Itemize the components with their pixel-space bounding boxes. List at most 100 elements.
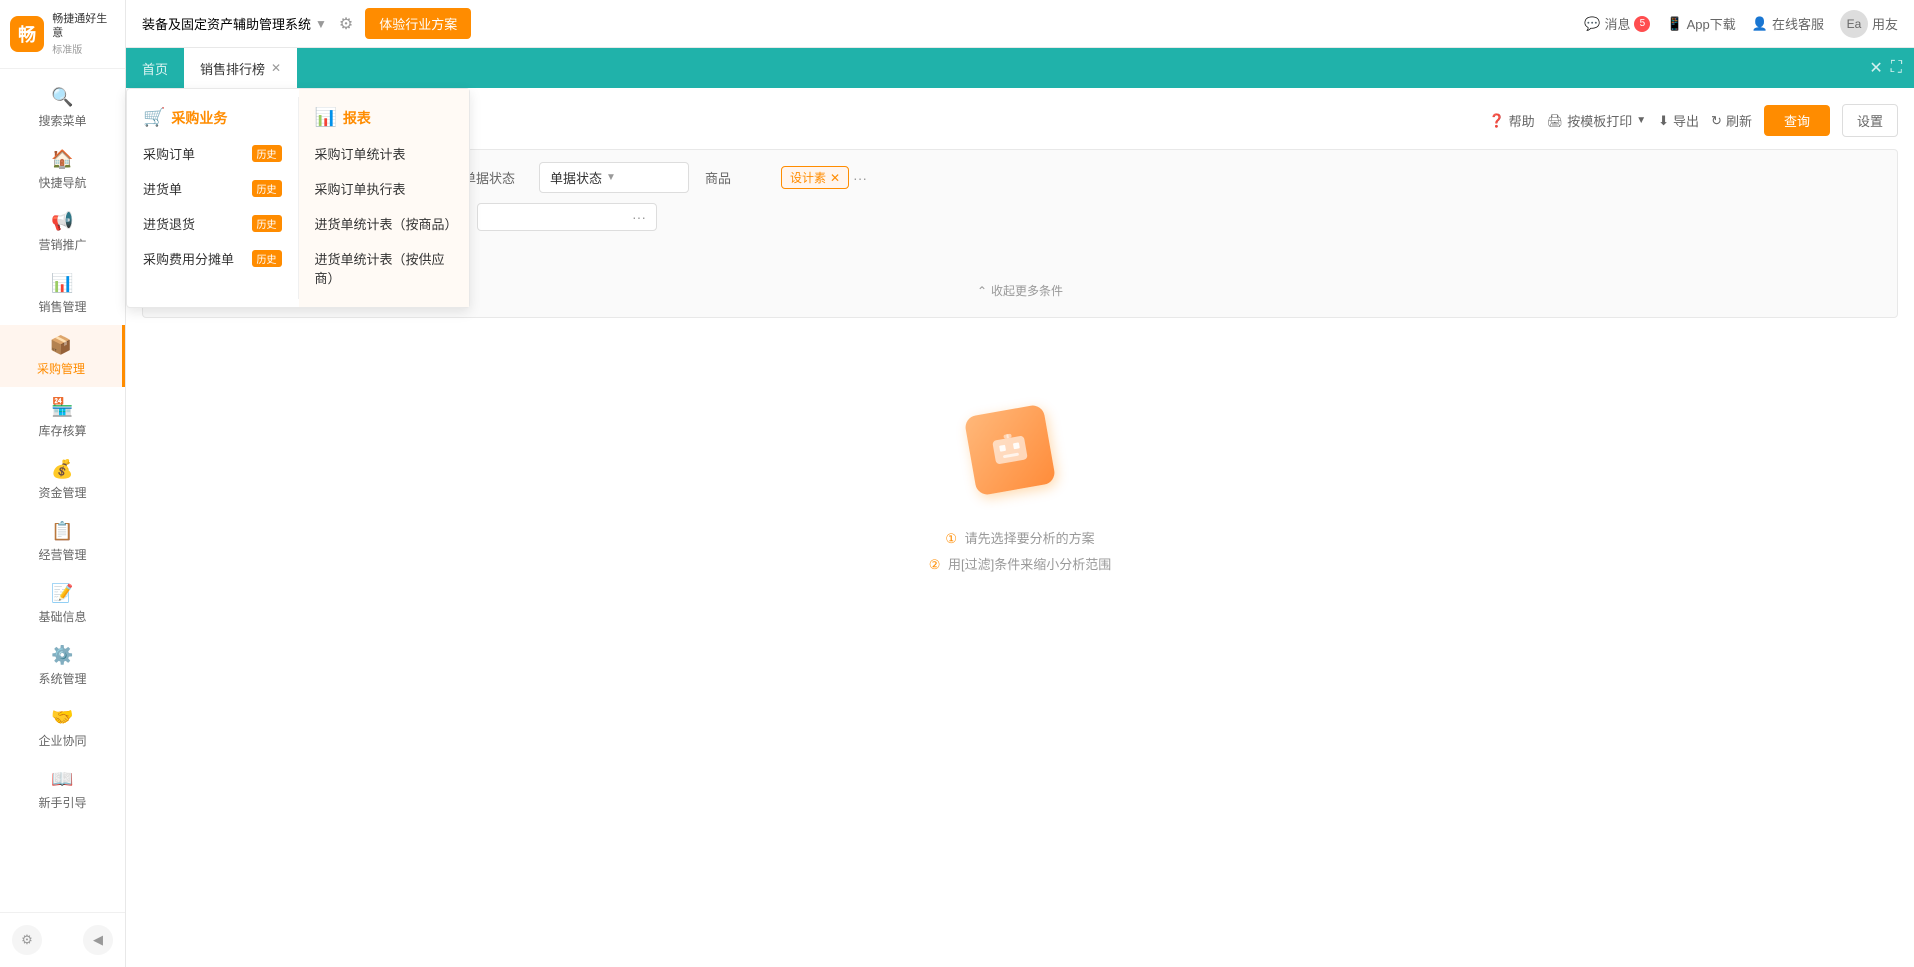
user-menu-btn[interactable]: Ea 用友 xyxy=(1840,10,1898,38)
sidebar-logo: 畅 畅捷通好生意 标准版 xyxy=(0,0,125,69)
sidebar-item-sales[interactable]: 📊 销售管理 xyxy=(0,263,125,325)
tab-home[interactable]: 首页 xyxy=(126,48,184,88)
empty-illustration xyxy=(970,410,1070,510)
sidebar: 畅 畅捷通好生意 标准版 🔍 搜索菜单 🏠 快捷导航 📢 营销推广 📊 销售管理… xyxy=(0,0,126,967)
logo-icon: 畅 xyxy=(10,16,44,52)
print-btn[interactable]: 🖨 按模板打印 ▼ xyxy=(1547,111,1646,130)
export-btn[interactable]: ⬇ 导出 xyxy=(1658,111,1699,130)
logo-text: 畅捷通好生意 xyxy=(52,12,115,41)
report-section-title: 📊 报表 xyxy=(299,101,470,136)
history-badge: 历史 xyxy=(252,145,282,162)
search-icon: 🔍 xyxy=(51,87,73,108)
close-icon[interactable]: ✕ xyxy=(1869,58,1882,78)
online-service-btn[interactable]: 👤 在线客服 xyxy=(1752,14,1824,33)
sidebar-item-quick-nav[interactable]: 🏠 快捷导航 xyxy=(0,139,125,201)
print-icon: 🖨 xyxy=(1547,113,1564,129)
message-badge: 5 xyxy=(1634,16,1650,32)
chevron-down-icon: ▼ xyxy=(606,172,616,183)
menu-item-inbound-stat-supplier[interactable]: 进货单统计表（按供应商） xyxy=(299,241,470,295)
history-badge: 历史 xyxy=(252,215,282,232)
tabs-bar: 首页 销售排行榜 ✕ ✕ ⛶ xyxy=(126,48,1914,88)
help-icon: ❓ xyxy=(1488,113,1504,129)
setting-button[interactable]: 设置 xyxy=(1842,104,1898,137)
robot-icon xyxy=(964,404,1057,497)
menu-item-inbound-stat-goods[interactable]: 进货单统计表（按商品） xyxy=(299,206,470,241)
enterprise-icon: 🤝 xyxy=(51,707,73,728)
logo-badge: 标准版 xyxy=(52,41,115,56)
sidebar-item-marketing[interactable]: 📢 营销推广 xyxy=(0,201,125,263)
refresh-btn[interactable]: ↻ 刷新 xyxy=(1711,111,1752,130)
system-title: 装备及固定资产辅助管理系统 xyxy=(142,14,311,33)
purchase-section-title: 🛒 采购业务 xyxy=(127,101,298,136)
menu-item-inbound[interactable]: 进货单 历史 xyxy=(127,171,298,206)
menu-item-purchase-order-stat[interactable]: 采购订单统计表 xyxy=(299,136,470,171)
history-badge: 历史 xyxy=(252,180,282,197)
menu-item-purchase-order[interactable]: 采购订单 历史 xyxy=(127,136,298,171)
sidebar-item-operations[interactable]: 📋 经营管理 xyxy=(0,511,125,573)
sidebar-bottom: ⚙ ◀ xyxy=(0,912,125,967)
salesman-select[interactable]: ··· xyxy=(477,203,657,231)
chevron-down-icon: ▼ xyxy=(315,17,327,31)
menu-item-inbound-return[interactable]: 进货退货 历史 xyxy=(127,206,298,241)
header: 装备及固定资产辅助管理系统 ▼ ⚙ 体验行业方案 💬 消息 5 📱 App下载 … xyxy=(126,0,1914,48)
goods-tag: 设计素 ✕ xyxy=(781,166,849,189)
report-menu-section: 📊 报表 采购订单统计表 采购订单执行表 进货单统计表（按商品） 进货单统计表（… xyxy=(299,89,470,307)
query-button[interactable]: 查询 xyxy=(1764,105,1830,136)
sidebar-item-base-info[interactable]: 📝 基础信息 xyxy=(0,573,125,635)
settings-bottom-btn[interactable]: ⚙ xyxy=(12,925,42,955)
salesman-more-icon[interactable]: ··· xyxy=(632,209,646,225)
menu-item-purchase-expense[interactable]: 采购费用分摊单 历史 xyxy=(127,241,298,276)
gear-icon[interactable]: ⚙ xyxy=(339,14,353,34)
refresh-icon: ↻ xyxy=(1711,113,1722,129)
sidebar-item-inventory[interactable]: 🏪 库存核算 xyxy=(0,387,125,449)
print-dropdown-icon: ▼ xyxy=(1636,115,1646,126)
sidebar-item-guide[interactable]: 📖 新手引导 xyxy=(0,759,125,821)
base-info-icon: 📝 xyxy=(51,583,73,604)
empty-hint-1: ① 请先选择要分析的方案 xyxy=(945,526,1094,552)
sidebar-item-system[interactable]: ⚙️ 系统管理 xyxy=(0,635,125,697)
purchase-menu-section: 🛒 采购业务 采购订单 历史 进货单 历史 进货退货 历史 采购费用分摊单 历史 xyxy=(127,89,298,307)
operations-icon: 📋 xyxy=(51,521,73,542)
goods-more-icon[interactable]: ··· xyxy=(853,170,867,186)
marketing-icon: 📢 xyxy=(51,211,73,232)
empty-state: ① 请先选择要分析的方案 ② 用[过滤]条件来缩小分析范围 xyxy=(142,330,1898,658)
tabs-right: ✕ ⛶ xyxy=(1869,58,1914,78)
sales-icon: 📊 xyxy=(51,273,73,294)
sidebar-item-enterprise[interactable]: 🤝 企业协同 xyxy=(0,697,125,759)
doc-status-select[interactable]: 单据状态 ▼ xyxy=(539,162,689,193)
phone-icon: 📱 xyxy=(1666,16,1682,32)
collapse-sidebar-btn[interactable]: ◀ xyxy=(83,925,113,955)
help-btn[interactable]: ❓ 帮助 xyxy=(1488,111,1534,130)
sidebar-item-purchase[interactable]: 📦 采购管理 xyxy=(0,325,125,387)
empty-hint-2: ② 用[过滤]条件来缩小分析范围 xyxy=(929,552,1112,578)
message-btn[interactable]: 💬 消息 5 xyxy=(1584,14,1650,33)
dropdown-menu: 🛒 采购业务 采购订单 历史 进货单 历史 进货退货 历史 采购费用分摊单 历史… xyxy=(126,88,470,308)
system-icon: ⚙️ xyxy=(51,645,73,666)
finance-icon: 💰 xyxy=(51,459,73,480)
header-left: 装备及固定资产辅助管理系统 ▼ ⚙ 体验行业方案 xyxy=(142,8,471,39)
sidebar-item-finance[interactable]: 💰 资金管理 xyxy=(0,449,125,511)
app-download-btn[interactable]: 📱 App下载 xyxy=(1666,14,1735,33)
goods-tag-close[interactable]: ✕ xyxy=(830,171,840,185)
header-right: 💬 消息 5 📱 App下载 👤 在线客服 Ea 用友 xyxy=(1584,10,1898,38)
message-icon: 💬 xyxy=(1584,16,1600,32)
guide-icon: 📖 xyxy=(51,769,73,790)
purchase-icon: 📦 xyxy=(50,335,72,356)
system-title-dropdown[interactable]: 装备及固定资产辅助管理系统 ▼ xyxy=(142,14,327,33)
expand-icon[interactable]: ⛶ xyxy=(1891,59,1902,77)
service-icon: 👤 xyxy=(1752,16,1768,32)
collapse-icon: ⌃ xyxy=(977,284,987,298)
tab-close-icon[interactable]: ✕ xyxy=(271,61,281,75)
home-icon: 🏠 xyxy=(51,149,73,170)
sidebar-nav: 🔍 搜索菜单 🏠 快捷导航 📢 营销推广 📊 销售管理 📦 采购管理 🏪 库存核… xyxy=(0,69,125,912)
sidebar-item-search[interactable]: 🔍 搜索菜单 xyxy=(0,77,125,139)
export-icon: ⬇ xyxy=(1658,113,1669,129)
report-section-icon: 📊 xyxy=(315,107,337,128)
goods-label: 商品 xyxy=(705,168,765,187)
industry-btn[interactable]: 体验行业方案 xyxy=(365,8,471,39)
tab-sales-rank[interactable]: 销售排行榜 ✕ xyxy=(184,48,297,88)
purchase-section-icon: 🛒 xyxy=(143,107,165,128)
menu-item-purchase-order-exec[interactable]: 采购订单执行表 xyxy=(299,171,470,206)
inventory-icon: 🏪 xyxy=(51,397,73,418)
history-badge: 历史 xyxy=(252,250,282,267)
